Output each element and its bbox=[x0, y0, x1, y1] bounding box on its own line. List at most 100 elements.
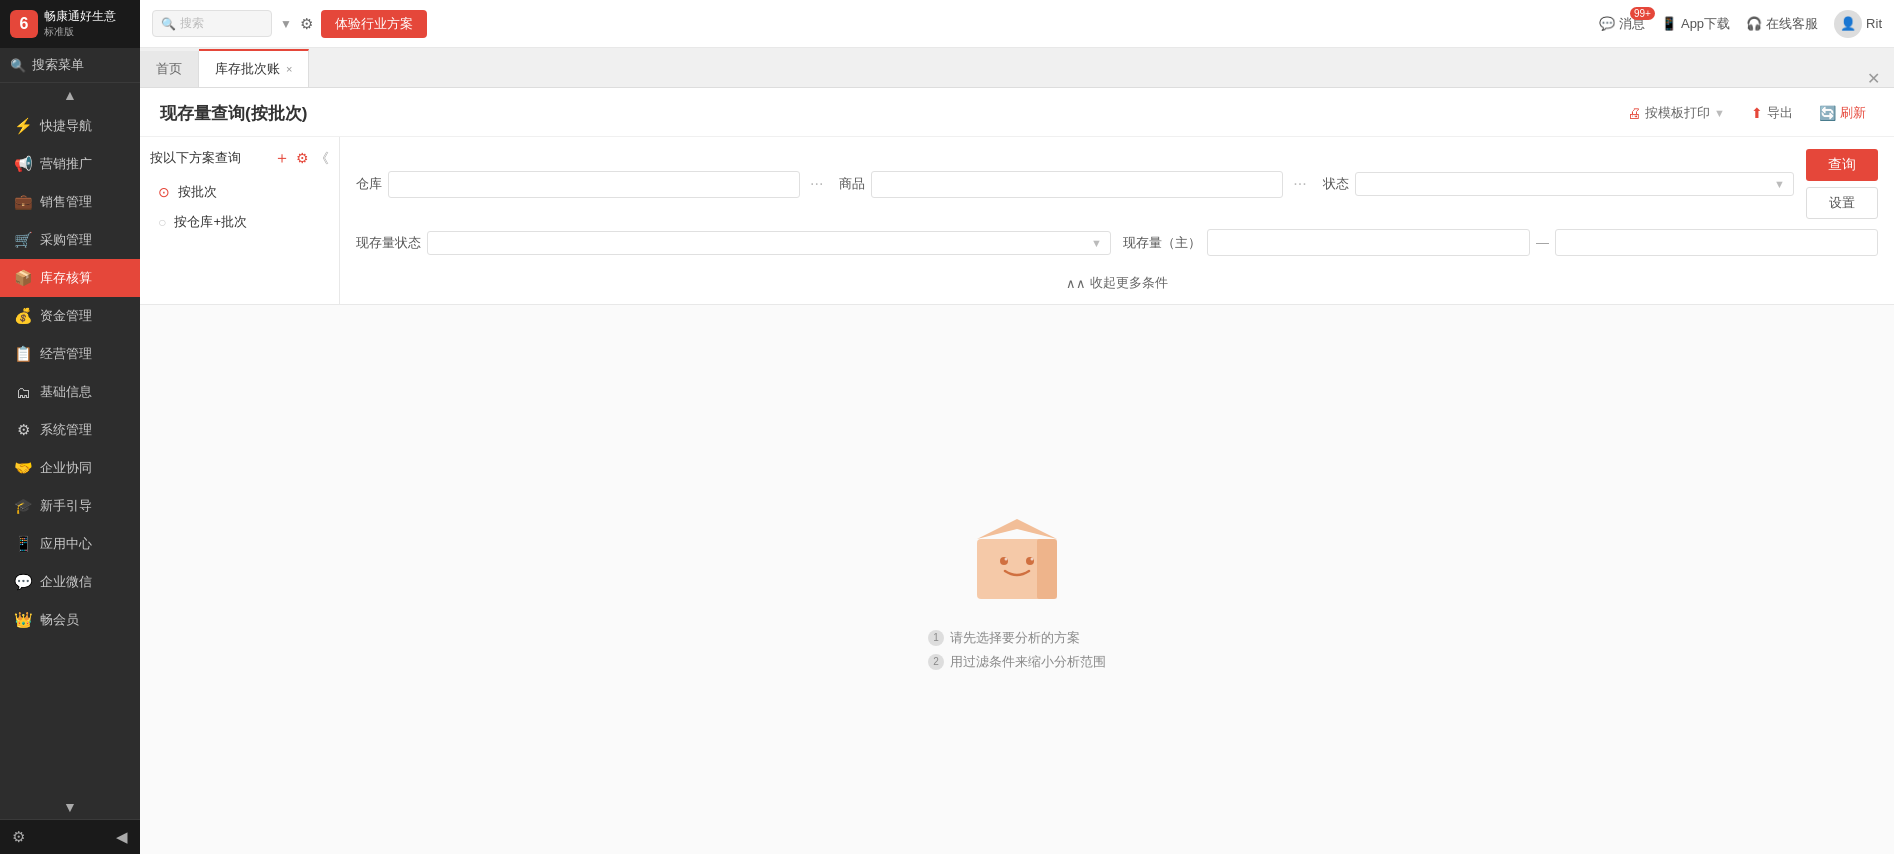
app-download-btn[interactable]: 📱 App下载 bbox=[1661, 15, 1730, 33]
filter-row-2: 现存量状态 ▼ 现存量（主） — bbox=[356, 229, 1878, 256]
tab-home[interactable]: 首页 bbox=[140, 51, 199, 87]
sidebar-label-purchase: 采购管理 bbox=[40, 231, 92, 249]
sidebar-label-wechat: 企业微信 bbox=[40, 573, 92, 591]
sidebar-item-member[interactable]: 👑畅会员 bbox=[0, 601, 140, 639]
sidebar-icon-system: ⚙ bbox=[14, 421, 32, 439]
app-download-icon: 📱 bbox=[1661, 16, 1677, 31]
sidebar-item-purchase[interactable]: 🛒 采购管理 bbox=[0, 221, 140, 259]
filter-qty-dash: — bbox=[1536, 235, 1549, 250]
filter-main: 仓库 ··· 商品 ··· 状态 ▼ bbox=[340, 137, 1894, 304]
tab-inventory-batch-label: 库存批次账 bbox=[215, 60, 280, 78]
sidebar-item-operations[interactable]: 📋经营管理 bbox=[0, 335, 140, 373]
filter-qty-range: — bbox=[1207, 229, 1878, 256]
empty-hint-1: 1 请先选择要分析的方案 bbox=[928, 629, 1106, 647]
messages-btn[interactable]: 💬 消息 99+ bbox=[1599, 15, 1645, 33]
filter-qty-field: 现存量（主） — bbox=[1123, 229, 1878, 256]
sidebar-item-apps[interactable]: 📱应用中心 bbox=[0, 525, 140, 563]
empty-num-2: 2 bbox=[928, 654, 944, 670]
topbar-chevron-icon[interactable]: ▼ bbox=[280, 17, 292, 31]
sidebar-item-marketing[interactable]: 📢营销推广 bbox=[0, 145, 140, 183]
filter-sidebar: 按以下方案查询 ＋ ⚙ 《 ⊙ 按批次 ○ 按仓库+批次 bbox=[140, 137, 340, 304]
sidebar-icon-basics: 🗂 bbox=[14, 384, 32, 401]
sidebar-item-finance[interactable]: 💰资金管理 bbox=[0, 297, 140, 335]
refresh-btn[interactable]: 🔄 刷新 bbox=[1811, 100, 1874, 126]
collapse-more-label: 收起更多条件 bbox=[1090, 274, 1168, 292]
filter-option-by-wh-batch[interactable]: ○ 按仓库+批次 bbox=[150, 207, 329, 237]
sidebar-item-basics[interactable]: 🗂基础信息 bbox=[0, 373, 140, 411]
filter-inv-status-field: 现存量状态 ▼ bbox=[356, 231, 1111, 255]
filter-add-icon[interactable]: ＋ bbox=[274, 150, 290, 166]
topbar-search-icon: 🔍 bbox=[161, 17, 176, 31]
print-btn[interactable]: 🖨 按模板打印 ▼ bbox=[1619, 100, 1733, 126]
filter-product-input[interactable] bbox=[871, 171, 1283, 198]
tab-close-icon[interactable]: × bbox=[286, 63, 292, 75]
empty-hint-1-text: 请先选择要分析的方案 bbox=[950, 629, 1080, 647]
topbar-gear-icon[interactable]: ⚙ bbox=[300, 15, 313, 33]
query-btn[interactable]: 查询 bbox=[1806, 149, 1878, 181]
sidebar-item-enterprise[interactable]: 🤝企业协同 bbox=[0, 449, 140, 487]
sidebar-collapse-icon[interactable]: ◀ bbox=[116, 828, 128, 846]
online-support-btn[interactable]: 🎧 在线客服 bbox=[1746, 15, 1818, 33]
app-logo: 6 bbox=[10, 10, 38, 38]
sidebar-item-quick-nav[interactable]: ⚡快捷导航 bbox=[0, 107, 140, 145]
filter-actions-right: 查询 设置 bbox=[1806, 149, 1878, 219]
filter-inv-status-select[interactable]: ▼ bbox=[427, 231, 1111, 255]
collapse-up-icon: ∧∧ bbox=[1066, 276, 1086, 291]
sidebar-item-sales[interactable]: 💼销售管理 bbox=[0, 183, 140, 221]
svg-point-6 bbox=[1031, 557, 1034, 560]
message-icon: 💬 bbox=[1599, 16, 1615, 31]
topbar-search-text: 搜索 bbox=[180, 15, 204, 32]
export-label: 导出 bbox=[1767, 104, 1793, 122]
sidebar-scroll-down[interactable]: ▼ bbox=[0, 795, 140, 819]
industry-btn[interactable]: 体验行业方案 bbox=[321, 10, 427, 38]
empty-hint-2-text: 用过滤条件来缩小分析范围 bbox=[950, 653, 1106, 671]
print-icon: 🖨 bbox=[1627, 105, 1641, 121]
tab-inventory-batch[interactable]: 库存批次账 × bbox=[199, 49, 309, 87]
tabbar: 首页 库存批次账 × ✕ bbox=[140, 48, 1894, 88]
filter-collapse-icon[interactable]: 《 bbox=[315, 151, 329, 165]
sidebar-item-system[interactable]: ⚙系统管理 bbox=[0, 411, 140, 449]
filter-qty-to-input[interactable] bbox=[1555, 229, 1878, 256]
filter-settings-icon[interactable]: ⚙ bbox=[296, 151, 309, 165]
filter-status-select[interactable]: ▼ bbox=[1355, 172, 1794, 196]
topbar-search-box[interactable]: 🔍 搜索 bbox=[152, 10, 272, 37]
sidebar-label-operations: 经营管理 bbox=[40, 345, 92, 363]
sidebar-label-apps: 应用中心 bbox=[40, 535, 92, 553]
empty-num-1: 1 bbox=[928, 630, 944, 646]
sidebar-search[interactable]: 🔍 搜索菜单 bbox=[0, 48, 140, 83]
filter-sidebar-header: 按以下方案查询 ＋ ⚙ 《 bbox=[150, 149, 329, 167]
sidebar-nav: ⚡快捷导航📢营销推广💼销售管理 🛒 采购管理 📦库存核算💰资金管理📋经营管理🗂基础信息… bbox=[0, 107, 140, 795]
sidebar-scroll-up[interactable]: ▲ bbox=[0, 83, 140, 107]
svg-rect-2 bbox=[1037, 539, 1057, 599]
settings-btn[interactable]: 设置 bbox=[1806, 187, 1878, 219]
username-label: Rit bbox=[1866, 16, 1882, 31]
filter-warehouse-field: 仓库 ··· bbox=[356, 171, 827, 198]
topbar-left: 🔍 搜索 ▼ ⚙ 体验行业方案 bbox=[152, 10, 1589, 38]
filter-warehouse-input[interactable] bbox=[388, 171, 800, 198]
filter-product-dots[interactable]: ··· bbox=[1289, 173, 1310, 195]
sidebar-item-inventory[interactable]: 📦库存核算 bbox=[0, 259, 140, 297]
app-version: 标准版 bbox=[44, 25, 116, 39]
sidebar-item-guide[interactable]: 🎓新手引导 bbox=[0, 487, 140, 525]
sidebar-footer: ⚙ ◀ bbox=[0, 819, 140, 854]
collapse-more-btn[interactable]: ∧∧ 收起更多条件 bbox=[356, 268, 1878, 292]
empty-hint-2: 2 用过滤条件来缩小分析范围 bbox=[928, 653, 1106, 671]
sidebar-settings-icon[interactable]: ⚙ bbox=[12, 828, 25, 846]
filter-option-by-batch[interactable]: ⊙ 按批次 bbox=[150, 177, 329, 207]
user-profile-btn[interactable]: 👤 Rit bbox=[1834, 10, 1882, 38]
filter-warehouse-dots[interactable]: ··· bbox=[806, 173, 827, 195]
filter-sidebar-actions: ＋ ⚙ 《 bbox=[274, 150, 329, 166]
svg-marker-1 bbox=[977, 519, 1057, 539]
refresh-icon: 🔄 bbox=[1819, 105, 1836, 121]
filter-option-icon-wh-batch: ○ bbox=[158, 214, 166, 230]
app-name: 畅康通好生意 bbox=[44, 9, 116, 25]
filter-option-icon-batch: ⊙ bbox=[158, 184, 170, 200]
tab-global-close[interactable]: ✕ bbox=[1861, 71, 1886, 87]
export-btn[interactable]: ⬆ 导出 bbox=[1743, 100, 1801, 126]
sidebar-icon-purchase: 🛒 bbox=[14, 231, 32, 249]
sidebar-label-inventory: 库存核算 bbox=[40, 269, 92, 287]
page-title: 现存量查询(按批次) bbox=[160, 102, 307, 125]
sidebar-item-wechat[interactable]: 💬企业微信 bbox=[0, 563, 140, 601]
filter-status-field: 状态 ▼ bbox=[1323, 172, 1794, 196]
filter-qty-from-input[interactable] bbox=[1207, 229, 1530, 256]
